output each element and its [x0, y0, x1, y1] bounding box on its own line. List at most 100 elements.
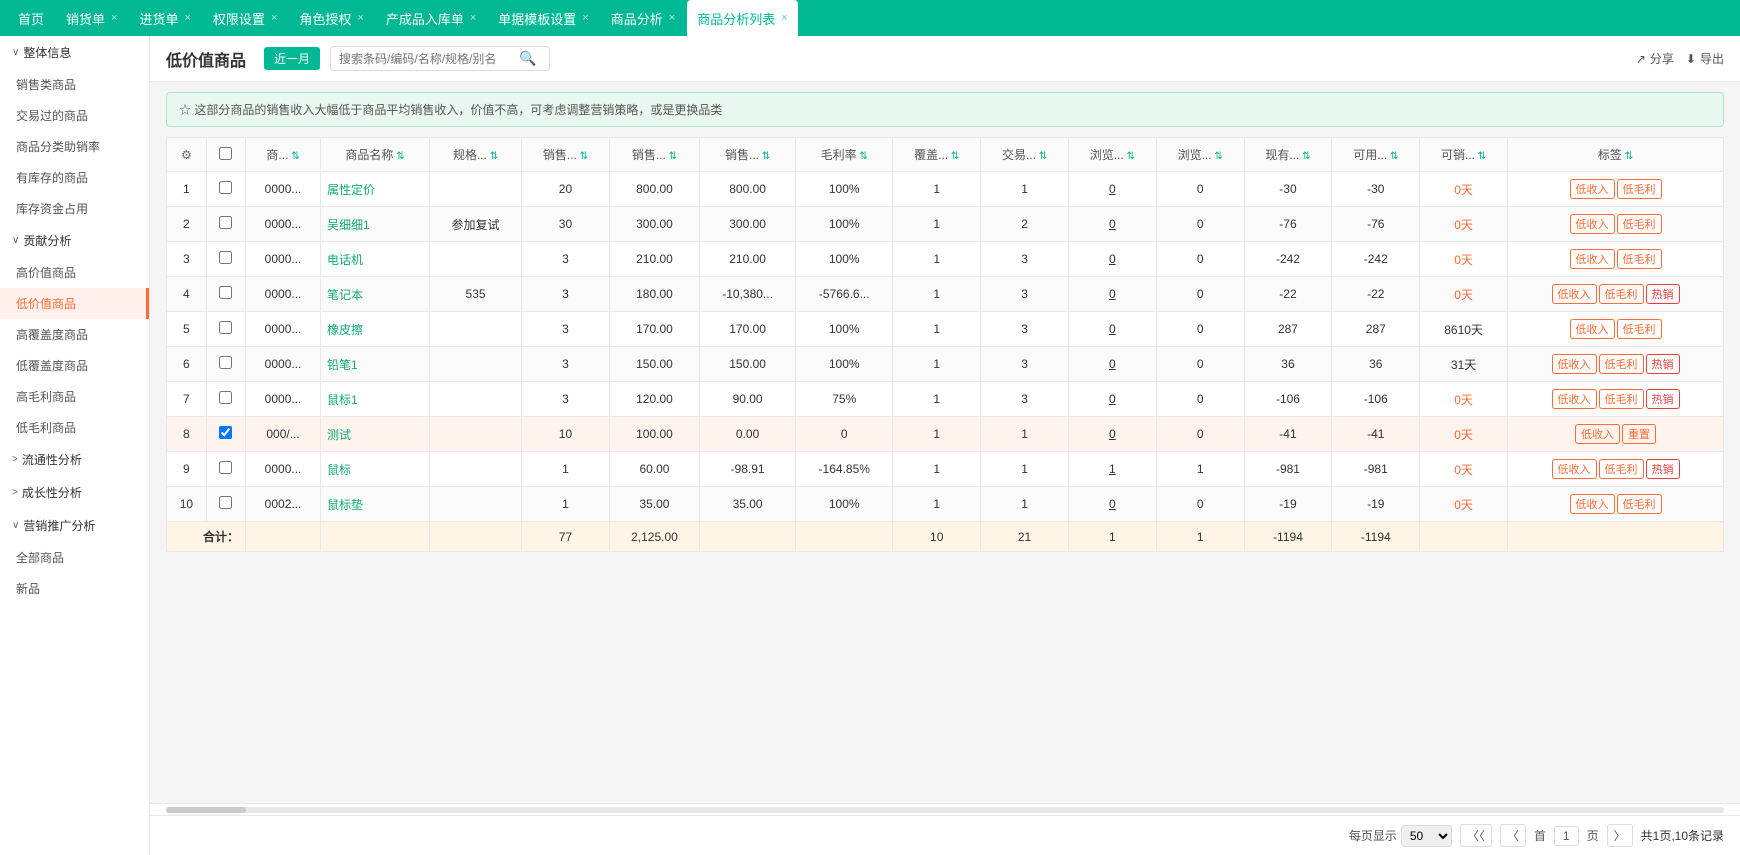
sort-icon[interactable]: ⇅: [577, 151, 588, 162]
row-checkbox[interactable]: [219, 356, 232, 369]
per-page-select[interactable]: 50 100 200: [1401, 825, 1452, 847]
sort-icon[interactable]: ⇅: [1475, 151, 1486, 162]
col-settings[interactable]: ⚙: [167, 138, 207, 172]
nav-home[interactable]: 首页: [8, 0, 54, 36]
cell-name[interactable]: 铅笔1: [321, 347, 430, 382]
row-checkbox[interactable]: [219, 496, 232, 509]
row-checkbox[interactable]: [219, 461, 232, 474]
row-checkbox[interactable]: [219, 426, 232, 439]
cell-checkbox[interactable]: [206, 487, 245, 522]
row-checkbox[interactable]: [219, 251, 232, 264]
cell-checkbox[interactable]: [206, 172, 245, 207]
browse-link[interactable]: 0: [1109, 217, 1116, 231]
nav-product-analysis-list[interactable]: 商品分析列表 ×: [687, 0, 797, 36]
cell-name[interactable]: 吴细细1: [321, 207, 430, 242]
browse-link[interactable]: 1: [1109, 462, 1116, 476]
browse-link[interactable]: 0: [1109, 427, 1116, 441]
nav-product-instock[interactable]: 产成品入库单 ×: [376, 0, 486, 36]
browse-link[interactable]: 0: [1109, 497, 1116, 511]
browse-link[interactable]: 0: [1109, 357, 1116, 371]
next-page-button[interactable]: 〉: [1607, 824, 1633, 847]
cell-checkbox[interactable]: [206, 452, 245, 487]
search-input[interactable]: [339, 52, 519, 66]
sort-icon[interactable]: ⇅: [288, 151, 299, 162]
close-icon[interactable]: ×: [271, 12, 277, 24]
nav-template-settings[interactable]: 单据模板设置 ×: [488, 0, 598, 36]
sidebar-section-flow[interactable]: > 流通性分析: [0, 443, 149, 476]
cell-name[interactable]: 鼠标: [321, 452, 430, 487]
browse-link[interactable]: 0: [1109, 392, 1116, 406]
cell-name[interactable]: 测试: [321, 417, 430, 452]
sidebar-item-high-coverage[interactable]: 高覆盖度商品: [0, 319, 149, 350]
close-icon[interactable]: ×: [184, 12, 190, 24]
cell-name[interactable]: 鼠标垫: [321, 487, 430, 522]
cell-name[interactable]: 鼠标1: [321, 382, 430, 417]
first-page-button[interactable]: 〈〈: [1460, 824, 1492, 847]
close-icon[interactable]: ×: [781, 12, 787, 24]
row-checkbox[interactable]: [219, 216, 232, 229]
browse-link[interactable]: 0: [1109, 322, 1116, 336]
cell-checkbox[interactable]: [206, 417, 245, 452]
gear-icon[interactable]: ⚙: [181, 148, 192, 162]
sort-icon[interactable]: ⇅: [1124, 151, 1135, 162]
sidebar-section-marketing[interactable]: ∨ 营销推广分析: [0, 509, 149, 542]
cell-name[interactable]: 橡皮擦: [321, 312, 430, 347]
sort-icon[interactable]: ⇅: [1622, 151, 1633, 162]
cell-name[interactable]: 属性定价: [321, 172, 430, 207]
sidebar-item-all-products[interactable]: 全部商品: [0, 542, 149, 573]
close-icon[interactable]: ×: [357, 12, 363, 24]
close-icon[interactable]: ×: [669, 12, 675, 24]
prev-page-button[interactable]: 〈: [1500, 824, 1526, 847]
close-icon[interactable]: ×: [470, 12, 476, 24]
row-checkbox[interactable]: [219, 391, 232, 404]
sort-icon[interactable]: ⇅: [1212, 151, 1223, 162]
sidebar-item-category-rate[interactable]: 商品分类助销率: [0, 131, 149, 162]
nav-purchase-order[interactable]: 进货单 ×: [129, 0, 200, 36]
row-checkbox[interactable]: [219, 321, 232, 334]
share-button[interactable]: ↗ 分享: [1636, 50, 1674, 67]
sidebar-item-stock-capital[interactable]: 库存资金占用: [0, 193, 149, 224]
close-icon[interactable]: ×: [582, 12, 588, 24]
sidebar-item-low-value[interactable]: 低价值商品: [0, 288, 149, 319]
export-button[interactable]: ⬇ 导出: [1686, 50, 1724, 67]
cell-checkbox[interactable]: [206, 277, 245, 312]
close-icon[interactable]: ×: [111, 12, 117, 24]
scroll-thumb[interactable]: [166, 807, 246, 813]
row-checkbox[interactable]: [219, 286, 232, 299]
cell-checkbox[interactable]: [206, 312, 245, 347]
sidebar-section-contribution[interactable]: ∨ 贡献分析: [0, 224, 149, 257]
sidebar-item-sales-products[interactable]: 销售类商品: [0, 69, 149, 100]
nav-role-auth[interactable]: 角色授权 ×: [289, 0, 373, 36]
row-checkbox[interactable]: [219, 181, 232, 194]
sidebar-item-new-products[interactable]: 新品: [0, 573, 149, 604]
cell-checkbox[interactable]: [206, 382, 245, 417]
browse-link[interactable]: 0: [1109, 287, 1116, 301]
sort-icon[interactable]: ⇅: [666, 151, 677, 162]
sidebar-item-low-coverage[interactable]: 低覆盖度商品: [0, 350, 149, 381]
nav-sales-order[interactable]: 销货单 ×: [56, 0, 127, 36]
search-icon[interactable]: 🔍: [519, 50, 536, 67]
sidebar-item-stocked-products[interactable]: 有库存的商品: [0, 162, 149, 193]
sort-icon[interactable]: ⇅: [487, 151, 498, 162]
sidebar-section-growth[interactable]: > 成长性分析: [0, 476, 149, 509]
sort-icon[interactable]: ⇅: [1387, 151, 1398, 162]
nav-product-analysis[interactable]: 商品分析 ×: [601, 0, 685, 36]
cell-checkbox[interactable]: [206, 242, 245, 277]
cell-name[interactable]: 电话机: [321, 242, 430, 277]
cell-checkbox[interactable]: [206, 347, 245, 382]
sort-icon[interactable]: ⇅: [393, 151, 404, 162]
sidebar-section-overall[interactable]: ∨ 整体信息: [0, 36, 149, 69]
browse-link[interactable]: 0: [1109, 252, 1116, 266]
sort-icon[interactable]: ⇅: [1036, 151, 1047, 162]
browse-link[interactable]: 0: [1109, 182, 1116, 196]
sort-icon[interactable]: ⇅: [1299, 151, 1310, 162]
sidebar-item-high-margin[interactable]: 高毛利商品: [0, 381, 149, 412]
sort-icon[interactable]: ⇅: [759, 151, 770, 162]
select-all-checkbox[interactable]: [219, 147, 232, 160]
sidebar-item-low-margin[interactable]: 低毛利商品: [0, 412, 149, 443]
time-filter-button[interactable]: 近一月: [264, 47, 320, 70]
sidebar-item-traded-products[interactable]: 交易过的商品: [0, 100, 149, 131]
cell-checkbox[interactable]: [206, 207, 245, 242]
sort-icon[interactable]: ⇅: [948, 151, 959, 162]
nav-permission[interactable]: 权限设置 ×: [203, 0, 287, 36]
